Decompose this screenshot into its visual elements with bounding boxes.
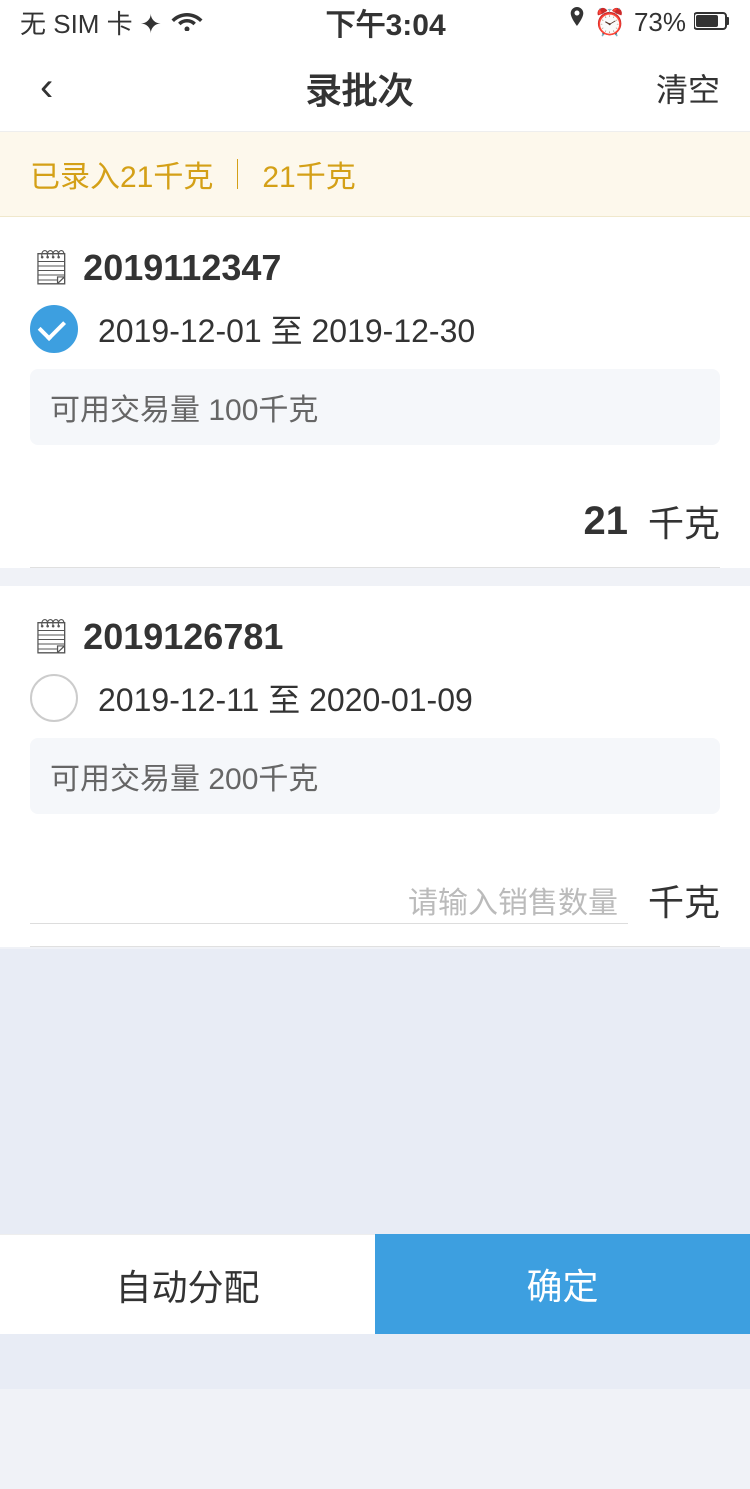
section-divider <box>0 570 750 586</box>
clear-button[interactable]: 清空 <box>656 65 720 111</box>
batch1-separator <box>30 567 720 568</box>
batch2-date-row: 2019-12-11 至 2020-01-09 <box>30 674 720 722</box>
batch2-header: 🗒 2019126781 <box>30 616 720 658</box>
recorded-label: 已录入21千克 <box>30 152 213 196</box>
batch1-header: 🗒 2019112347 <box>30 247 720 289</box>
page-title: 录批次 <box>306 62 414 114</box>
batch2-radio[interactable] <box>30 674 78 722</box>
status-bar: 无 SIM 卡 ✦ 下午3:04 ⏰ 73% <box>0 0 750 44</box>
batch2-input-row: 请输入销售数量 千克 <box>0 854 750 946</box>
batch1-radio[interactable] <box>30 305 78 353</box>
bottom-bar: 自动分配 确定 <box>0 1234 750 1334</box>
status-right: ⏰ 73% <box>568 7 730 38</box>
batch2-input-underline: 请输入销售数量 <box>30 876 628 924</box>
batch1-date-row: 2019-12-01 至 2019-12-30 <box>30 305 720 353</box>
back-button[interactable]: ‹ <box>30 55 63 120</box>
batch2-icon: 🗒 <box>30 617 73 657</box>
batch-item-2: 🗒 2019126781 2019-12-11 至 2020-01-09 可用交… <box>0 586 750 947</box>
total-label: 21千克 <box>262 152 355 196</box>
nav-bar: ‹ 录批次 清空 <box>0 44 750 132</box>
auto-distribute-button[interactable]: 自动分配 <box>0 1234 375 1334</box>
batch2-quantity-unit: 千克 <box>648 874 720 926</box>
batch1-quantity-value: 21 <box>583 499 628 544</box>
wifi-icon <box>170 7 204 38</box>
batch1-id: 2019112347 <box>83 247 281 289</box>
location-icon <box>568 7 586 38</box>
batch2-available: 可用交易量 200千克 <box>30 738 720 814</box>
status-time: 下午3:04 <box>326 0 446 44</box>
batch1-date: 2019-12-01 至 2019-12-30 <box>98 306 475 352</box>
batch1-quantity-unit: 千克 <box>648 495 720 547</box>
batch2-separator <box>30 946 720 947</box>
info-banner: 已录入21千克 21千克 <box>0 132 750 217</box>
batch1-icon: 🗒 <box>30 248 73 288</box>
battery-icon <box>694 7 730 38</box>
batch2-input-placeholder: 请输入销售数量 <box>408 878 618 922</box>
sim-label: 无 SIM 卡 ✦ <box>20 4 162 41</box>
info-divider <box>237 159 238 189</box>
clock-icon: ⏰ <box>594 7 626 38</box>
confirm-button[interactable]: 确定 <box>375 1234 750 1334</box>
batch1-quantity-row: 21 千克 <box>0 485 750 567</box>
batch1-available: 可用交易量 100千克 <box>30 369 720 445</box>
batch-item-1: 🗒 2019112347 2019-12-01 至 2019-12-30 可用交… <box>0 217 750 568</box>
batch2-id: 2019126781 <box>83 616 283 658</box>
status-left: 无 SIM 卡 ✦ <box>20 4 204 41</box>
battery-label: 73% <box>634 7 686 38</box>
batch2-date: 2019-12-11 至 2020-01-09 <box>98 675 473 721</box>
